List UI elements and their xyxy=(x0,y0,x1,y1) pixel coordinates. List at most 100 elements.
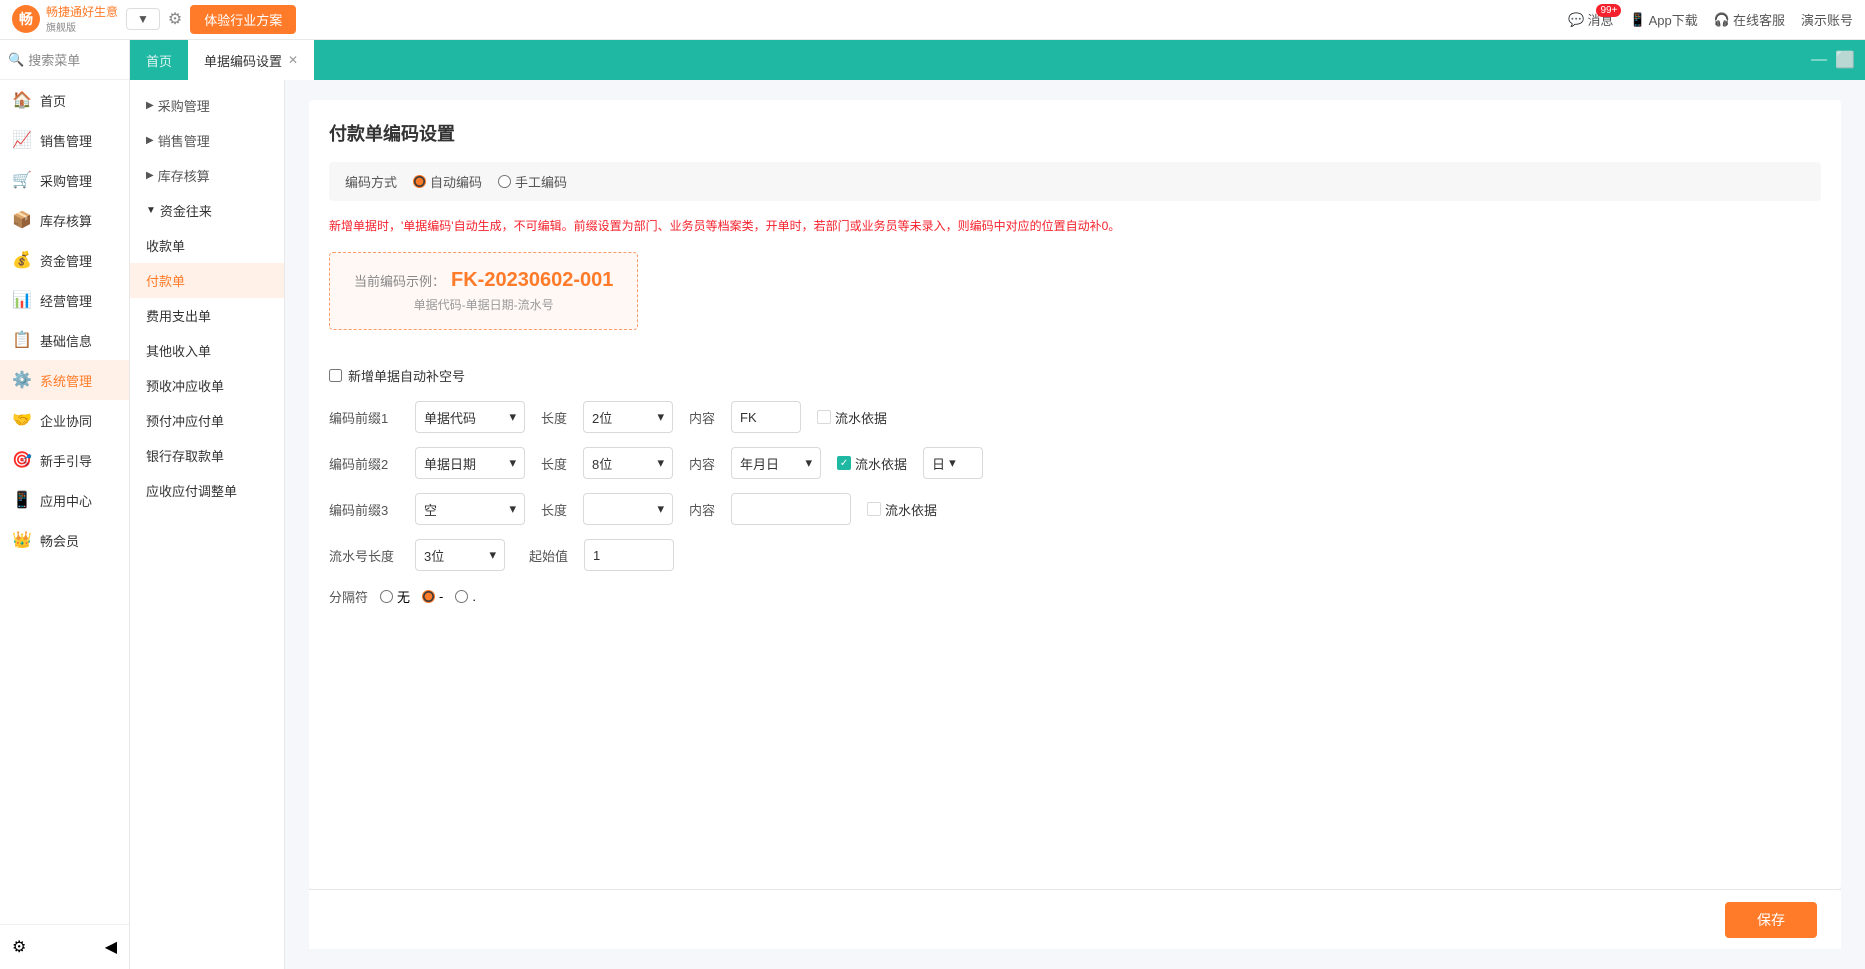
sub-group-purchase[interactable]: ▶ 采购管理 xyxy=(130,88,284,123)
sub-item-prepay-receive[interactable]: 预收冲应收单 xyxy=(130,368,284,403)
operation-icon: 📊 xyxy=(12,290,32,310)
sub-item-payment[interactable]: 付款单 xyxy=(130,263,284,298)
cooperation-icon: 🤝 xyxy=(12,410,32,430)
sidebar-item-system[interactable]: ⚙️ 系统管理 xyxy=(0,360,129,400)
content-panel: 付款单编码设置 编码方式 自动编码 手工编码 xyxy=(309,100,1841,889)
tab-maximize-btn[interactable]: ⬜ xyxy=(1835,50,1855,70)
sub-item-prepay-pay[interactable]: 预付冲应付单 xyxy=(130,403,284,438)
sub-group-capital[interactable]: ▼ 资金往来 xyxy=(130,193,284,228)
sep-hyphen-radio[interactable] xyxy=(422,590,435,603)
top-bar-left: 畅 畅捷通好生意 旗舰版 ▼ ⚙ 体验行业方案 xyxy=(12,5,296,34)
tab-minimize-btn[interactable]: — xyxy=(1811,51,1827,69)
code-example-desc: 单据代码-单据日期-流水号 xyxy=(354,296,613,313)
length3-select[interactable]: ▾ xyxy=(583,493,673,525)
auto-fill-row[interactable]: 新增单据自动补空号 xyxy=(329,366,1821,385)
content3-input xyxy=(731,493,851,525)
nav-dropdown-btn[interactable]: ▼ xyxy=(126,8,160,30)
serial-length-select[interactable]: 3位 ▾ xyxy=(415,539,505,571)
sidebar-item-sales[interactable]: 📈 销售管理 xyxy=(0,120,129,160)
auto-fill-checkbox[interactable] xyxy=(329,369,342,382)
sidebar-item-cooperation[interactable]: 🤝 企业协同 xyxy=(0,400,129,440)
sub-item-bank-deposit[interactable]: 银行存取款单 xyxy=(130,438,284,473)
sidebar-item-inventory[interactable]: 📦 库存核算 xyxy=(0,200,129,240)
auto-code-radio[interactable] xyxy=(413,175,426,188)
manual-code-radio[interactable] xyxy=(498,175,511,188)
day-select[interactable]: 日 ▾ xyxy=(923,447,983,479)
sep-hyphen-option[interactable]: - xyxy=(422,589,443,604)
content1-input: FK xyxy=(731,401,801,433)
chevron-down-icon: ▼ xyxy=(146,205,156,216)
sidebar-item-guide[interactable]: 🎯 新手引导 xyxy=(0,440,129,480)
settings-icon[interactable]: ⚙ xyxy=(168,9,182,29)
message-btn[interactable]: 💬 消息 99+ xyxy=(1568,10,1613,29)
sep-none-option[interactable]: 无 xyxy=(380,587,410,606)
coding-mode-row: 编码方式 自动编码 手工编码 xyxy=(329,162,1821,201)
start-value-input[interactable]: 1 xyxy=(584,539,674,571)
sub-item-ar-ap-adjust[interactable]: 应收应付调整单 xyxy=(130,473,284,508)
app-download-btn[interactable]: 📱 App下载 xyxy=(1629,10,1697,29)
content2-label: 内容 xyxy=(689,454,715,473)
app-layout: 🔍 搜索菜单 🏠 首页 📈 销售管理 🛒 采购管理 📦 库存核算 💰 资金管理 … xyxy=(0,40,1865,969)
sidebar-item-purchase[interactable]: 🛒 采购管理 xyxy=(0,160,129,200)
app-center-icon: 📱 xyxy=(12,490,32,510)
sep-dot-radio[interactable] xyxy=(455,590,468,603)
sep-dot-option[interactable]: . xyxy=(455,589,476,604)
serial-length-row: 流水号长度 3位 ▾ 起始值 1 xyxy=(329,539,1821,571)
serial1-checkbox[interactable] xyxy=(817,410,831,424)
tab-close-icon[interactable]: ✕ xyxy=(288,53,298,67)
serial3-checkbox[interactable] xyxy=(867,502,881,516)
manual-code-option[interactable]: 手工编码 xyxy=(498,172,567,191)
sidebar-item-operation[interactable]: 📊 经营管理 xyxy=(0,280,129,320)
online-service-btn[interactable]: 🎧 在线客服 xyxy=(1714,10,1785,29)
content2-select[interactable]: 年月日 ▾ xyxy=(731,447,821,479)
code-example-box: 当前编码示例： FK-20230602-001 单据代码-单据日期-流水号 xyxy=(329,252,638,330)
page-title: 付款单编码设置 xyxy=(329,120,1821,146)
length1-label: 长度 xyxy=(541,408,567,427)
prefix2-select[interactable]: 单据日期 ▾ xyxy=(415,447,525,479)
sub-item-other-income[interactable]: 其他收入单 xyxy=(130,333,284,368)
sidebar-search[interactable]: 🔍 搜索菜单 xyxy=(0,40,129,80)
sep-none-radio[interactable] xyxy=(380,590,393,603)
sub-item-receipt[interactable]: 收款单 xyxy=(130,228,284,263)
serial1-check[interactable]: 流水依据 xyxy=(817,408,887,427)
sidebar: 🔍 搜索菜单 🏠 首页 📈 销售管理 🛒 采购管理 📦 库存核算 💰 资金管理 … xyxy=(0,40,130,969)
sales-icon: 📈 xyxy=(12,130,32,150)
purchase-icon: 🛒 xyxy=(12,170,32,190)
save-button[interactable]: 保存 xyxy=(1725,902,1817,938)
user-name: 演示账号 xyxy=(1801,10,1853,29)
prefix3-select[interactable]: 空 ▾ xyxy=(415,493,525,525)
chevron-right-icon: ▶ xyxy=(146,170,154,181)
tab-coding-settings[interactable]: 单据编码设置 ✕ xyxy=(188,40,314,80)
sub-group-sales[interactable]: ▶ 销售管理 xyxy=(130,123,284,158)
basic-icon: 📋 xyxy=(12,330,32,350)
sidebar-collapse-btn[interactable]: ◀ xyxy=(105,937,117,957)
prefix1-select[interactable]: 单据代码 ▾ xyxy=(415,401,525,433)
sub-item-expense[interactable]: 费用支出单 xyxy=(130,298,284,333)
tab-home[interactable]: 首页 xyxy=(130,40,188,80)
serial2-check[interactable]: ✓ 流水依据 xyxy=(837,454,907,473)
sidebar-item-basic[interactable]: 📋 基础信息 xyxy=(0,320,129,360)
sidebar-item-home[interactable]: 🏠 首页 xyxy=(0,80,129,120)
serial2-checkbox[interactable]: ✓ xyxy=(837,456,851,470)
tab-bar: 首页 单据编码设置 ✕ — ⬜ xyxy=(130,40,1865,80)
logo-text: 畅捷通好生意 xyxy=(46,5,118,19)
serial3-check[interactable]: 流水依据 xyxy=(867,500,937,519)
bottom-bar: 保存 xyxy=(309,889,1841,949)
industry-btn[interactable]: 体验行业方案 xyxy=(190,5,296,34)
length1-select[interactable]: 2位 ▾ xyxy=(583,401,673,433)
prefix3-row: 编码前缀3 空 ▾ 长度 ▾ 内容 xyxy=(329,493,1821,525)
sidebar-item-app-center[interactable]: 📱 应用中心 xyxy=(0,480,129,520)
chevron-down-icon: ▾ xyxy=(509,409,516,425)
sidebar-settings-btn[interactable]: ⚙ xyxy=(12,937,26,957)
sidebar-item-member[interactable]: 👑 畅会员 xyxy=(0,520,129,560)
chevron-down-icon: ▾ xyxy=(657,501,664,517)
guide-icon: 🎯 xyxy=(12,450,32,470)
chevron-down-icon: ▾ xyxy=(509,455,516,471)
separator-row: 分隔符 无 - . xyxy=(329,587,1821,606)
tab-bar-actions: — ⬜ xyxy=(1811,50,1865,70)
auto-code-option[interactable]: 自动编码 xyxy=(413,172,482,191)
coding-mode-radio-group: 自动编码 手工编码 xyxy=(413,172,567,191)
sidebar-item-finance[interactable]: 💰 资金管理 xyxy=(0,240,129,280)
sub-group-inventory[interactable]: ▶ 库存核算 xyxy=(130,158,284,193)
length2-select[interactable]: 8位 ▾ xyxy=(583,447,673,479)
